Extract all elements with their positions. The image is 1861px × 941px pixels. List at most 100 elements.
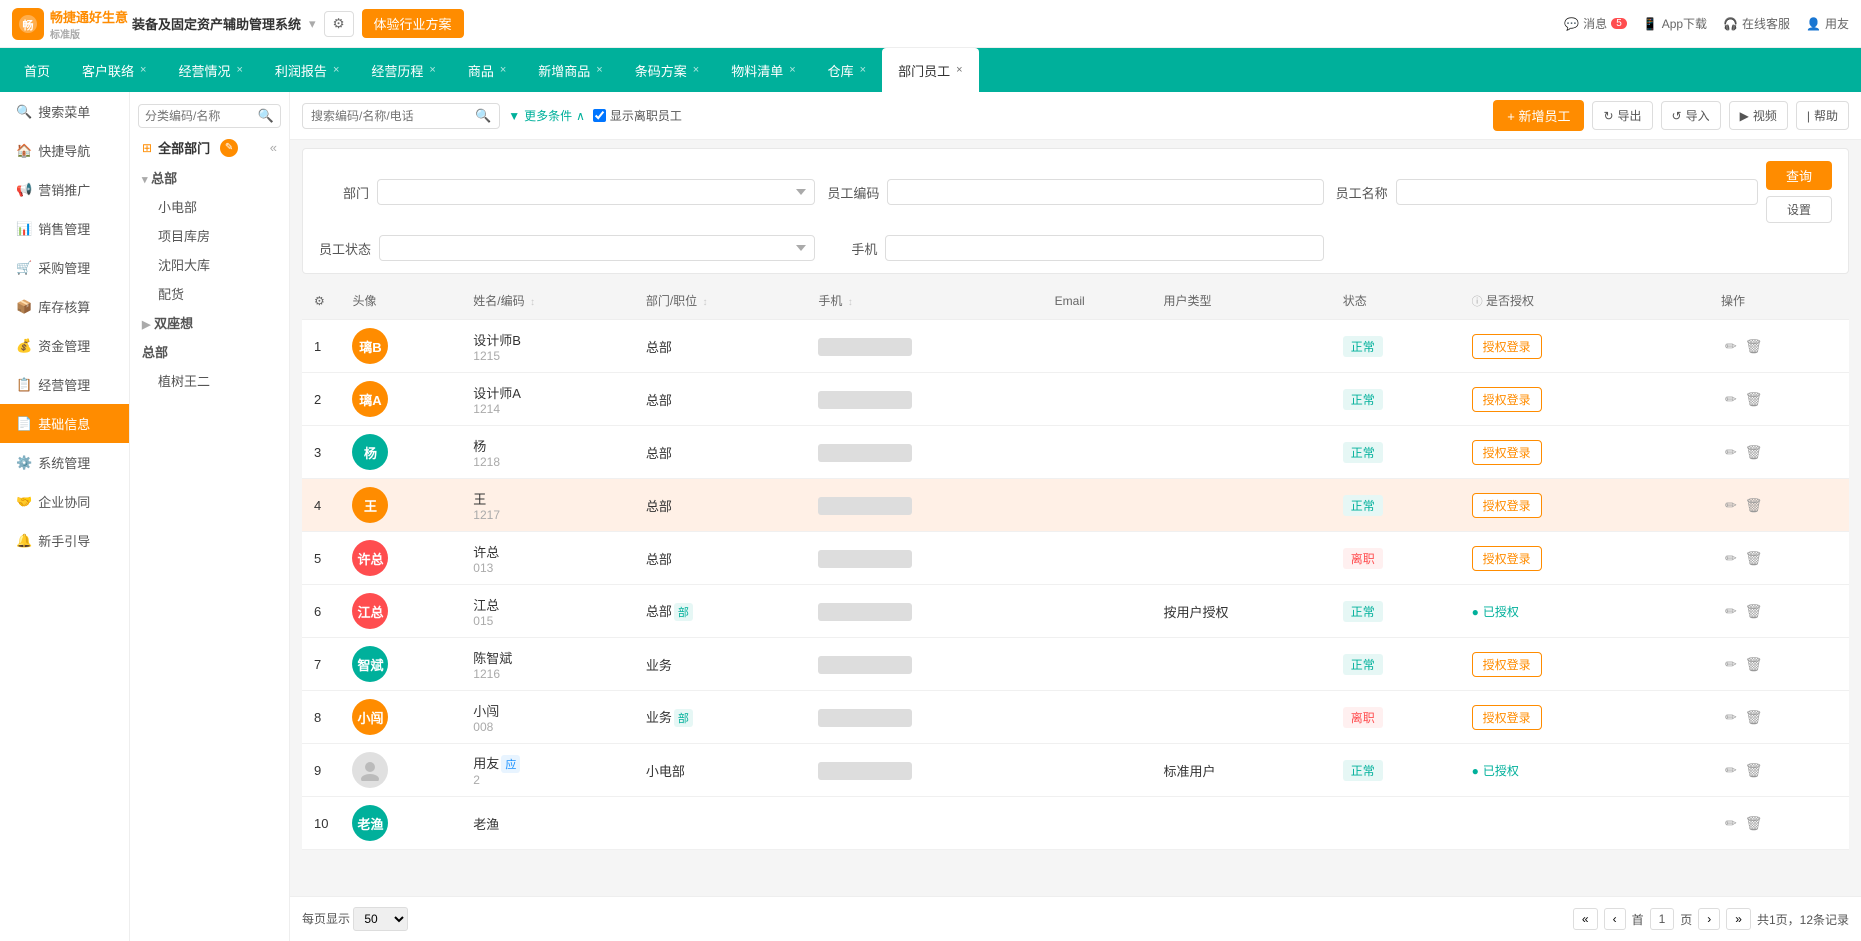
tab-history[interactable]: 经营历程× — [355, 48, 451, 92]
col-phone[interactable]: 手机 ↕ — [806, 282, 1042, 320]
online-service-btn[interactable]: 🎧 在线客服 — [1723, 15, 1790, 32]
edit-btn[interactable]: ✏ — [1721, 336, 1741, 357]
close-icon[interactable]: × — [693, 64, 699, 76]
auth-login-btn[interactable]: 授权登录 — [1472, 334, 1542, 359]
edit-btn[interactable]: ✏ — [1721, 813, 1741, 834]
sidebar-item-nav[interactable]: 🏠 快捷导航 — [0, 131, 129, 170]
edit-btn[interactable]: ✏ — [1721, 760, 1741, 781]
view-button[interactable]: ▶ 视频 — [1729, 101, 1788, 130]
dept-node-shenyang[interactable]: 沈阳大库 — [130, 250, 289, 279]
sidebar-item-guide[interactable]: 🔔 新手引导 — [0, 521, 129, 560]
show-inactive-toggle[interactable]: 显示离职员工 — [593, 107, 682, 124]
col-auth[interactable]: ⓘ 是否授权 — [1460, 282, 1649, 320]
close-icon[interactable]: × — [500, 64, 506, 76]
row-auth[interactable]: 授权登录 — [1460, 426, 1649, 479]
close-icon[interactable]: × — [333, 64, 339, 76]
edit-btn[interactable]: ✏ — [1721, 601, 1741, 622]
trial-button[interactable]: 体验行业方案 — [362, 9, 464, 38]
tab-barcode[interactable]: 条码方案× — [619, 48, 715, 92]
auth-login-btn[interactable]: 授权登录 — [1472, 652, 1542, 677]
tab-goods[interactable]: 商品× — [452, 48, 522, 92]
tab-add-goods[interactable]: 新增商品× — [522, 48, 618, 92]
sidebar-item-search[interactable]: 🔍 搜索菜单 — [0, 92, 129, 131]
next-page-btn[interactable]: › — [1698, 908, 1720, 930]
delete-btn[interactable]: 🗑 — [1741, 601, 1767, 622]
dept-node-peihuo[interactable]: 配货 — [130, 279, 289, 308]
show-inactive-checkbox[interactable] — [593, 109, 606, 122]
sidebar-item-finance[interactable]: 💰 资金管理 — [0, 326, 129, 365]
edit-btn[interactable]: ✏ — [1721, 442, 1741, 463]
delete-btn[interactable]: 🗑 — [1741, 336, 1767, 357]
collapse-icon[interactable]: « — [270, 140, 277, 155]
emp-name-input[interactable] — [1396, 179, 1758, 205]
search-input[interactable] — [311, 109, 471, 123]
close-icon[interactable]: × — [429, 64, 435, 76]
close-icon[interactable]: × — [596, 64, 602, 76]
dept-search-input[interactable] — [145, 109, 258, 123]
dept-node-zongbu2[interactable]: 总部 — [130, 337, 289, 366]
close-icon[interactable]: × — [140, 64, 146, 76]
help-button[interactable]: | 帮助 — [1796, 101, 1849, 130]
add-employee-button[interactable]: + 新增员工 — [1493, 100, 1584, 131]
row-auth[interactable]: 授权登录 — [1460, 373, 1649, 426]
row-auth[interactable]: 授权登录 — [1460, 479, 1649, 532]
sidebar-item-system[interactable]: ⚙️ 系统管理 — [0, 443, 129, 482]
edit-btn[interactable]: ✏ — [1721, 654, 1741, 675]
first-page-btn[interactable]: « — [1573, 908, 1598, 930]
emp-status-select[interactable] — [379, 235, 815, 261]
dept-edit-icon[interactable]: ✎ — [220, 139, 238, 157]
row-auth[interactable]: 授权登录 — [1460, 532, 1649, 585]
dept-filter-select[interactable] — [377, 179, 815, 205]
message-btn[interactable]: 💬 消息 5 — [1564, 15, 1627, 32]
phone-input[interactable] — [885, 235, 1323, 261]
chevron-down-icon[interactable]: ▾ — [309, 16, 316, 32]
tab-profit[interactable]: 利润报告× — [259, 48, 355, 92]
tab-operation[interactable]: 经营情况× — [162, 48, 258, 92]
sidebar-item-management[interactable]: 📋 经营管理 — [0, 365, 129, 404]
sidebar-item-sales[interactable]: 📊 销售管理 — [0, 209, 129, 248]
edit-btn[interactable]: ✏ — [1721, 495, 1741, 516]
import-button[interactable]: ↺ 导入 — [1661, 101, 1721, 130]
sidebar-item-purchase[interactable]: 🛒 采购管理 — [0, 248, 129, 287]
last-page-btn[interactable]: » — [1726, 908, 1751, 930]
delete-btn[interactable]: 🗑 — [1741, 760, 1767, 781]
search-box[interactable]: 🔍 — [302, 103, 500, 129]
sidebar-item-inventory[interactable]: 📦 库存核算 — [0, 287, 129, 326]
dept-node-xiaodibu[interactable]: 小电部 — [130, 192, 289, 221]
auth-login-btn[interactable]: 授权登录 — [1472, 705, 1542, 730]
tab-bom[interactable]: 物料清单× — [715, 48, 811, 92]
close-icon[interactable]: × — [860, 64, 866, 76]
reset-button[interactable]: 设置 — [1766, 196, 1832, 223]
dept-node-zhishu[interactable]: 植树王二 — [130, 366, 289, 395]
close-icon[interactable]: × — [789, 64, 795, 76]
tab-warehouse[interactable]: 仓库× — [812, 48, 882, 92]
col-name[interactable]: 姓名/编码 ↕ — [461, 282, 634, 320]
more-filter-btn[interactable]: ▼ 更多条件 ∧ — [508, 107, 585, 124]
edit-btn[interactable]: ✏ — [1721, 548, 1741, 569]
delete-btn[interactable]: 🗑 — [1741, 654, 1767, 675]
app-download-btn[interactable]: 📱 App下载 — [1643, 15, 1707, 32]
auth-login-btn[interactable]: 授权登录 — [1472, 440, 1542, 465]
delete-btn[interactable]: 🗑 — [1741, 495, 1767, 516]
dept-search-box[interactable]: 🔍 — [138, 104, 281, 128]
col-settings[interactable]: ⚙ — [302, 282, 340, 320]
emp-code-input[interactable] — [887, 179, 1323, 205]
row-auth[interactable]: 授权登录 — [1460, 638, 1649, 691]
dept-node-shuangzuo[interactable]: ▶ 双座想 — [130, 308, 289, 337]
sidebar-item-collab[interactable]: 🤝 企业协同 — [0, 482, 129, 521]
row-auth[interactable]: 授权登录 — [1460, 320, 1649, 373]
dept-node-xiangmu[interactable]: 项目库房 — [130, 221, 289, 250]
delete-btn[interactable]: 🗑 — [1741, 442, 1767, 463]
per-page-select[interactable]: 50 20 100 — [353, 907, 408, 931]
delete-btn[interactable]: 🗑 — [1741, 707, 1767, 728]
delete-btn[interactable]: 🗑 — [1741, 813, 1767, 834]
prev-page-btn[interactable]: ‹ — [1604, 908, 1626, 930]
auth-login-btn[interactable]: 授权登录 — [1472, 546, 1542, 571]
auth-login-btn[interactable]: 授权登录 — [1472, 387, 1542, 412]
tab-customer[interactable]: 客户联络× — [66, 48, 162, 92]
close-icon[interactable]: × — [236, 64, 242, 76]
auth-login-btn[interactable]: 授权登录 — [1472, 493, 1542, 518]
current-page[interactable]: 1 — [1650, 908, 1675, 930]
export-button[interactable]: ↻ 导出 — [1592, 101, 1652, 130]
delete-btn[interactable]: 🗑 — [1741, 548, 1767, 569]
